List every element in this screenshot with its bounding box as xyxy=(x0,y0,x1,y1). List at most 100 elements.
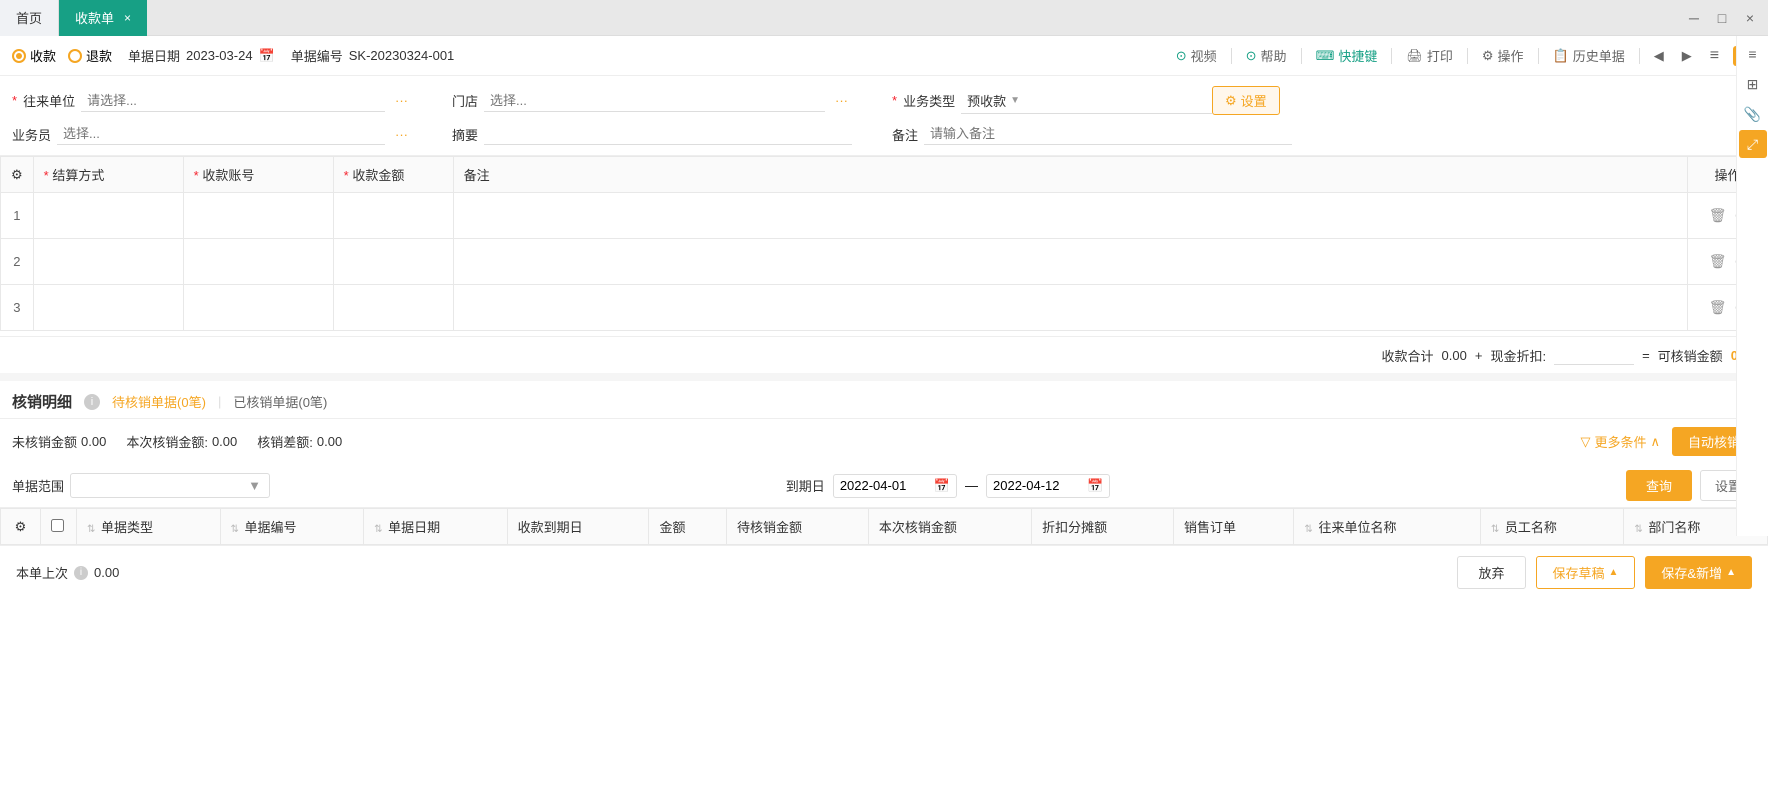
tab-current[interactable]: 收款单 × xyxy=(59,0,147,36)
tab-current-label: 收款单 xyxy=(75,8,114,27)
nav-next-button[interactable]: ▶ xyxy=(1678,46,1696,66)
operation-button[interactable]: ⚙ 操作 xyxy=(1478,44,1528,67)
row-1-amount[interactable] xyxy=(333,193,453,239)
save-draft-button[interactable]: 保存草稿 ▲ xyxy=(1536,556,1636,589)
available-label: 可核销金额 xyxy=(1658,346,1723,365)
salesperson-more-button[interactable]: ··· xyxy=(391,127,412,142)
date-value[interactable]: 2023-03-24 xyxy=(186,48,253,63)
date-to-input[interactable] xyxy=(993,478,1083,493)
radio-receive[interactable]: 收款 xyxy=(12,46,56,65)
verification-title: 核销明细 xyxy=(12,391,72,412)
table-settings-icon[interactable]: ⚙ xyxy=(11,167,23,183)
info-icon2[interactable]: i xyxy=(74,566,88,580)
tab-home[interactable]: 首页 xyxy=(0,0,59,36)
bt-col-current: 本次核销金额 xyxy=(868,509,1031,545)
video-icon: ⊙ xyxy=(1176,48,1187,64)
bt-settings-icon[interactable]: ⚙ xyxy=(11,519,30,535)
counterpart-more-button[interactable]: ··· xyxy=(391,93,412,108)
list-view-button[interactable]: ≡ xyxy=(1706,45,1723,67)
verification-info-icon[interactable]: i xyxy=(84,394,100,410)
operation-label: 操作 xyxy=(1498,46,1524,65)
discard-button[interactable]: 放弃 xyxy=(1457,556,1525,589)
col-settlement: * 结算方式 xyxy=(33,157,183,193)
history-button[interactable]: 📋 历史单据 xyxy=(1549,44,1629,67)
date-to-calendar-icon[interactable]: 📅 xyxy=(1087,478,1103,494)
shop-input[interactable] xyxy=(484,90,825,112)
diff-stat: 核销差额: 0.00 xyxy=(257,432,342,451)
row-2-remark[interactable] xyxy=(453,239,1687,285)
remark-input[interactable] xyxy=(924,123,1292,145)
shortcut-button[interactable]: ⌨ 快捷键 xyxy=(1312,44,1382,67)
row-3-account[interactable] xyxy=(183,285,333,331)
form-area: * 往来单位 ··· 门店 ··· * 业务类型 预收款 ▼ ⚙ xyxy=(0,76,1768,156)
help-icon: ⊙ xyxy=(1246,48,1257,64)
help-label: 帮助 xyxy=(1261,46,1287,65)
sidebar-icon-attach[interactable]: 📎 xyxy=(1739,100,1767,128)
number-field: 单据编号 SK-20230324-001 xyxy=(291,46,455,65)
sidebar-icon-expand[interactable]: ⤢ xyxy=(1739,130,1767,158)
last-label: 本单上次 xyxy=(16,563,68,582)
bt-col-counterpart: ⇅ 往来单位名称 xyxy=(1294,509,1480,545)
discount-input[interactable] xyxy=(1554,345,1634,365)
help-button[interactable]: ⊙ 帮助 xyxy=(1242,44,1291,67)
select-all-checkbox[interactable] xyxy=(51,519,64,532)
range-select[interactable]: ▼ xyxy=(70,473,270,498)
shop-more-button[interactable]: ··· xyxy=(831,93,852,108)
print-button[interactable]: 🖨 打印 xyxy=(1402,44,1457,67)
radio-refund[interactable]: 退款 xyxy=(68,46,112,65)
sidebar-icon-grid[interactable]: ⊞ xyxy=(1739,70,1767,98)
row-1-delete-icon[interactable]: 🗑 xyxy=(1709,207,1727,224)
shortcut-label: 快捷键 xyxy=(1338,46,1377,65)
video-button[interactable]: ⊙ 视频 xyxy=(1172,44,1221,67)
row-2-settlement[interactable] xyxy=(33,239,183,285)
calendar-icon[interactable]: 📅 xyxy=(259,48,275,64)
filter-row: 单据范围 ▼ 到期日 📅 — 📅 查询 设 xyxy=(0,464,1768,508)
divider4 xyxy=(1467,48,1468,64)
more-conditions-button[interactable]: ▽ 更多条件 ∧ xyxy=(1580,432,1660,451)
bt-col-type: ⇅ 单据类型 xyxy=(77,509,221,545)
completed-tab[interactable]: 已核销单据(0笔) xyxy=(233,392,327,411)
salesperson-input[interactable] xyxy=(57,123,385,145)
business-type-select[interactable]: 预收款 ▼ xyxy=(961,88,1212,114)
bt-col-employee: ⇅ 员工名称 xyxy=(1480,509,1624,545)
table-row: 1 🗑 ⊕ xyxy=(1,193,1768,239)
pending-tab[interactable]: 待核销单据(0笔) xyxy=(112,392,206,411)
diff-value: 0.00 xyxy=(317,434,342,449)
save-draft-label: 保存草稿 xyxy=(1553,563,1605,582)
completed-tab-label: 已核销单据 xyxy=(233,395,298,410)
row-3-settlement[interactable] xyxy=(33,285,183,331)
row-3-amount[interactable] xyxy=(333,285,453,331)
date-label: 单据日期 xyxy=(128,46,180,65)
video-label: 视频 xyxy=(1191,46,1217,65)
row-1-settlement[interactable] xyxy=(33,193,183,239)
date-from-input[interactable] xyxy=(840,478,930,493)
row-1-remark[interactable] xyxy=(453,193,1687,239)
tab-close-icon[interactable]: × xyxy=(124,11,131,25)
close-window-button[interactable]: × xyxy=(1740,8,1760,28)
total-label: 收款合计 xyxy=(1382,346,1434,365)
settings-button[interactable]: ⚙ 设置 xyxy=(1212,86,1280,115)
counterpart-label: 往来单位 xyxy=(23,91,75,110)
verification-section: 核销明细 i 待核销单据(0笔) | 已核销单据(0笔) 未核销金额 0.00 … xyxy=(0,381,1768,545)
summary-input[interactable] xyxy=(484,123,852,145)
save-new-button[interactable]: 保存&新增 ▲ xyxy=(1645,556,1752,589)
footer-left: 本单上次 i 0.00 xyxy=(16,563,119,582)
row-2-amount[interactable] xyxy=(333,239,453,285)
row-1-account[interactable] xyxy=(183,193,333,239)
minimize-button[interactable]: ─ xyxy=(1684,8,1704,28)
pending-tab-label: 待核销单据 xyxy=(112,395,177,410)
summary-field: 摘要 xyxy=(452,123,852,145)
right-sidebar: ≡ ⊞ 📎 ⤢ xyxy=(1736,36,1768,536)
row-2-delete-icon[interactable]: 🗑 xyxy=(1709,253,1727,270)
nav-prev-button[interactable]: ◀ xyxy=(1650,46,1668,66)
counterpart-input[interactable] xyxy=(81,90,385,112)
row-2-num: 2 xyxy=(1,239,34,285)
row-3-delete-icon[interactable]: 🗑 xyxy=(1709,299,1727,316)
maximize-button[interactable]: □ xyxy=(1712,8,1732,28)
row-3-remark[interactable] xyxy=(453,285,1687,331)
row-2-account[interactable] xyxy=(183,239,333,285)
query-button[interactable]: 查询 xyxy=(1626,470,1692,501)
sidebar-icon-list[interactable]: ≡ xyxy=(1739,40,1767,68)
bt-col-discount: 折扣分摊额 xyxy=(1032,509,1174,545)
date-from-calendar-icon[interactable]: 📅 xyxy=(934,478,950,494)
